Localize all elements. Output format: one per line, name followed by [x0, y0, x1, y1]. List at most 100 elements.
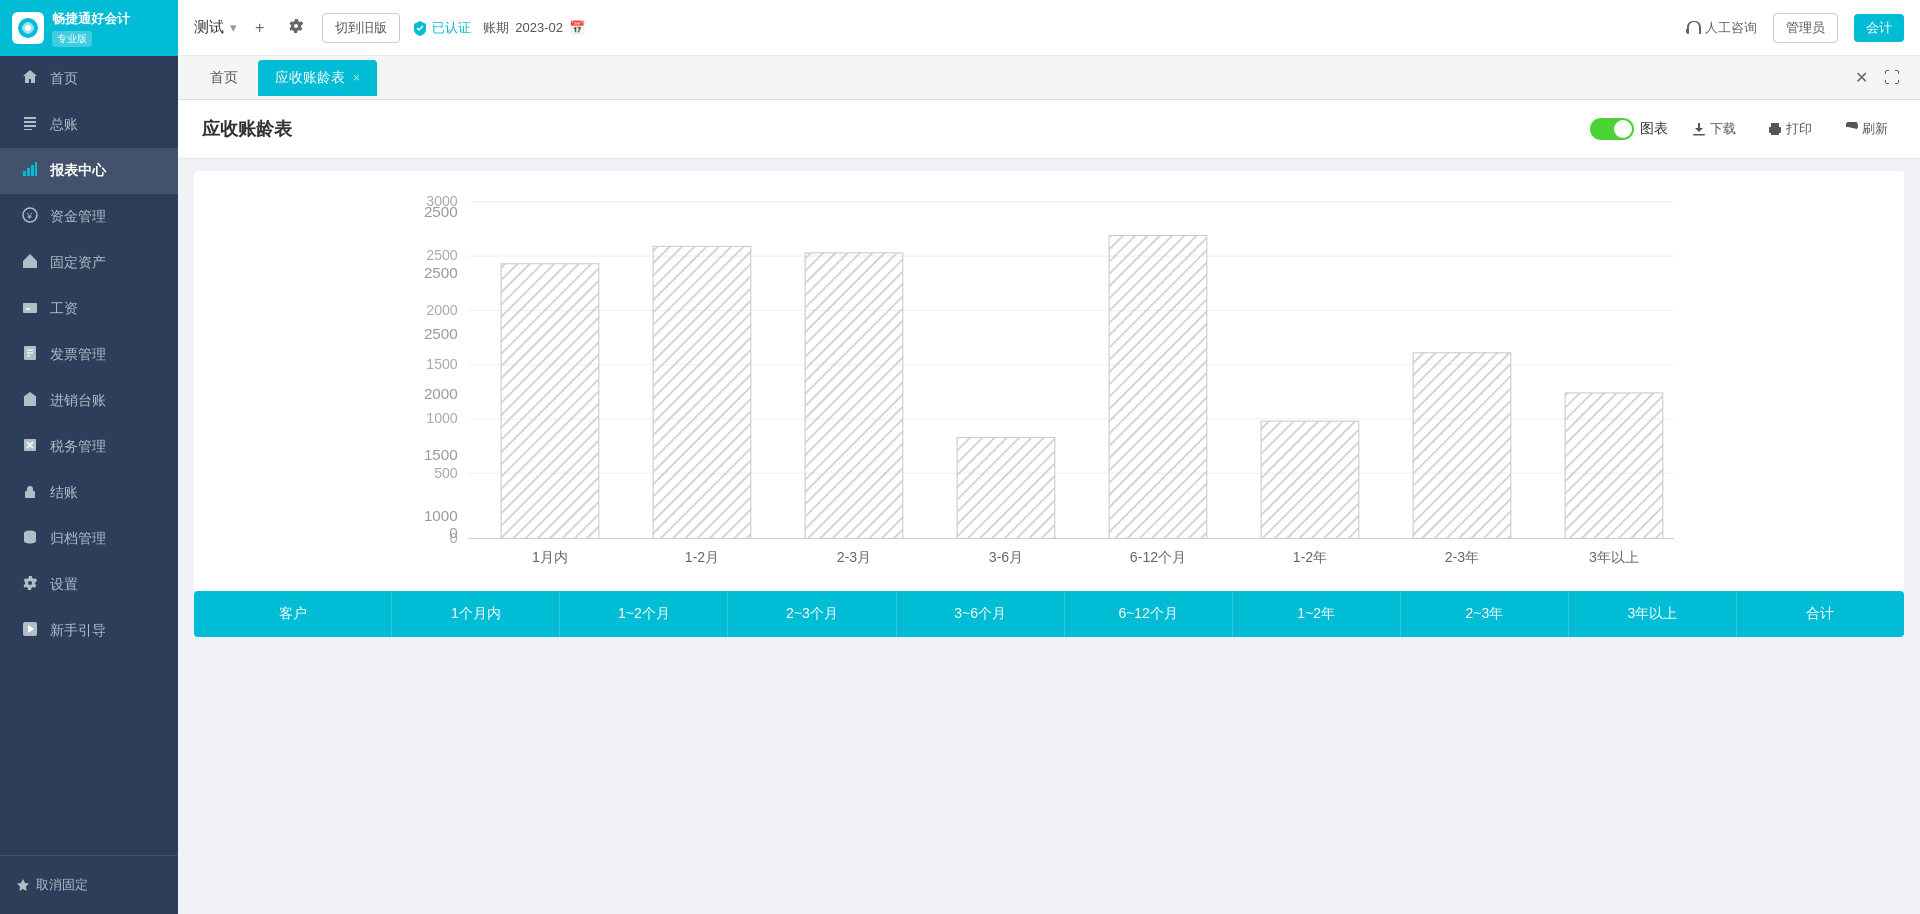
sidebar-item-assets[interactable]: 固定资产 — [0, 240, 178, 286]
assets-icon — [20, 253, 40, 273]
svg-rect-27 — [25, 491, 35, 498]
refresh-label: 刷新 — [1862, 120, 1888, 138]
app-name-block: 畅捷通好会计 专业版 — [52, 10, 130, 47]
sidebar-logo: 畅捷通好会计 专业版 — [0, 0, 178, 56]
settings-button[interactable] — [282, 14, 310, 42]
svg-text:1-2年: 1-2年 — [1293, 549, 1327, 565]
refresh-icon — [1844, 122, 1858, 136]
sidebar-item-close[interactable]: 结账 — [0, 470, 178, 516]
service-label: 人工咨询 — [1705, 19, 1757, 37]
sidebar-item-ledger[interactable]: 总账 — [0, 102, 178, 148]
chart-toggle-wrapper[interactable]: 图表 — [1590, 118, 1668, 140]
svg-rect-68 — [653, 246, 751, 538]
expand-panel-button[interactable]: ⛶ — [1880, 64, 1904, 91]
ledger-icon — [20, 115, 40, 135]
gear-icon — [288, 18, 304, 34]
tab-home-label: 首页 — [210, 69, 238, 87]
print-label: 打印 — [1786, 120, 1812, 138]
svg-text:1500: 1500 — [426, 356, 458, 372]
pin-icon — [16, 878, 30, 892]
bar-chart: 2500 2500 2500 2000 1500 1000 500 0 — [214, 191, 1874, 571]
svg-text:3-6月: 3-6月 — [989, 549, 1023, 565]
table-header-1-2y: 1~2年 — [1233, 591, 1401, 637]
svg-text:0: 0 — [450, 530, 458, 546]
app-edition-badge: 专业版 — [52, 31, 92, 47]
sidebar-item-archive[interactable]: 归档管理 — [0, 516, 178, 562]
svg-text:2-3年: 2-3年 — [1445, 549, 1479, 565]
svg-rect-72 — [1261, 421, 1359, 538]
project-dropdown-icon[interactable]: ▾ — [230, 20, 237, 35]
close-icon: ✕ — [1855, 69, 1868, 86]
svg-text:6-12个月: 6-12个月 — [1130, 549, 1186, 565]
download-button[interactable]: 下载 — [1684, 116, 1744, 142]
sidebar-label-tax: 税务管理 — [50, 438, 106, 456]
svg-point-1 — [25, 25, 31, 31]
print-button[interactable]: 打印 — [1760, 116, 1820, 142]
table-header-1-2m: 1~2个月 — [560, 591, 728, 637]
sidebar-label-funds: 资金管理 — [50, 208, 106, 226]
svg-rect-15 — [23, 303, 37, 306]
table-header-3y-plus: 3年以上 — [1569, 591, 1737, 637]
svg-rect-12 — [23, 261, 37, 268]
table-header-total: 合计 — [1737, 591, 1904, 637]
svg-rect-67 — [501, 264, 599, 539]
svg-rect-4 — [24, 125, 36, 127]
sidebar-item-inventory[interactable]: 进销台账 — [0, 378, 178, 424]
sidebar-item-reports[interactable]: 报表中心 — [0, 148, 178, 194]
refresh-button[interactable]: 刷新 — [1836, 116, 1896, 142]
certified-label: 已认证 — [432, 19, 471, 37]
svg-rect-74 — [1565, 393, 1663, 538]
svg-rect-70 — [957, 437, 1055, 538]
sidebar-label-guide: 新手引导 — [50, 622, 106, 640]
sidebar-label-reports: 报表中心 — [50, 162, 106, 180]
sidebar-label-salary: 工资 — [50, 300, 78, 318]
role-button[interactable]: 会计 — [1854, 14, 1904, 42]
invoice-icon — [20, 345, 40, 365]
project-name: 测试 — [194, 18, 224, 37]
sidebar-label-archive: 归档管理 — [50, 530, 106, 548]
table-header-customer: 客户 — [194, 591, 392, 637]
sidebar-item-guide[interactable]: 新手引导 — [0, 608, 178, 654]
close-accounts-icon — [20, 483, 40, 503]
period-label: 账期 — [483, 19, 509, 37]
calendar-icon[interactable]: 📅 — [569, 20, 585, 35]
cancel-fixed-button[interactable]: 取消固定 — [0, 866, 178, 904]
page-title: 应收账龄表 — [202, 117, 292, 141]
tab-home[interactable]: 首页 — [194, 60, 254, 96]
page-actions: 图表 下载 打印 刷新 — [1590, 116, 1896, 142]
close-panel-button[interactable]: ✕ — [1851, 64, 1872, 91]
sidebar-label-inventory: 进销台账 — [50, 392, 106, 410]
salary-icon — [20, 299, 40, 319]
user-button[interactable]: 管理员 — [1773, 13, 1838, 43]
download-label: 下载 — [1710, 120, 1736, 138]
tab-ar-aging[interactable]: 应收账龄表 × — [258, 60, 377, 96]
table-container: 客户 1个月内 1~2个月 2~3个月 3~6个月 6~12个月 1~2年 2~… — [194, 591, 1904, 637]
sidebar-item-salary[interactable]: 工资 — [0, 286, 178, 332]
tabbar-right-buttons: ✕ ⛶ — [1851, 64, 1904, 91]
sidebar-item-settings[interactable]: 设置 — [0, 562, 178, 608]
svg-rect-8 — [31, 165, 34, 176]
user-label: 管理员 — [1786, 20, 1825, 35]
switch-old-version-button[interactable]: 切到旧版 — [322, 13, 400, 43]
download-icon — [1692, 122, 1706, 136]
chart-toggle[interactable] — [1590, 118, 1634, 140]
project-selector[interactable]: 测试 ▾ — [194, 18, 237, 37]
sidebar-item-invoice[interactable]: 发票管理 — [0, 332, 178, 378]
sidebar-item-funds[interactable]: ¥ 资金管理 — [0, 194, 178, 240]
sidebar-nav: 首页 总账 报表中心 ¥ 资金管理 固定资产 — [0, 56, 178, 855]
funds-icon: ¥ — [20, 207, 40, 227]
svg-text:1000: 1000 — [424, 507, 458, 524]
guide-icon — [20, 621, 40, 641]
cancel-fixed-label: 取消固定 — [36, 876, 88, 894]
service-button[interactable]: 人工咨询 — [1685, 19, 1757, 37]
main-area: 测试 ▾ + 切到旧版 已认证 账期 2023-02 📅 — [178, 0, 1920, 914]
sidebar-label-invoice: 发票管理 — [50, 346, 106, 364]
sidebar-item-tax[interactable]: 税务管理 — [0, 424, 178, 470]
tab-close-icon[interactable]: × — [353, 71, 360, 85]
sidebar-item-home[interactable]: 首页 — [0, 56, 178, 102]
add-button[interactable]: + — [249, 15, 270, 41]
svg-rect-73 — [1413, 353, 1511, 539]
content-scroll[interactable]: 应收账龄表 图表 下载 — [178, 100, 1920, 914]
reports-icon — [20, 161, 40, 181]
tab-ar-aging-label: 应收账龄表 — [275, 69, 345, 87]
